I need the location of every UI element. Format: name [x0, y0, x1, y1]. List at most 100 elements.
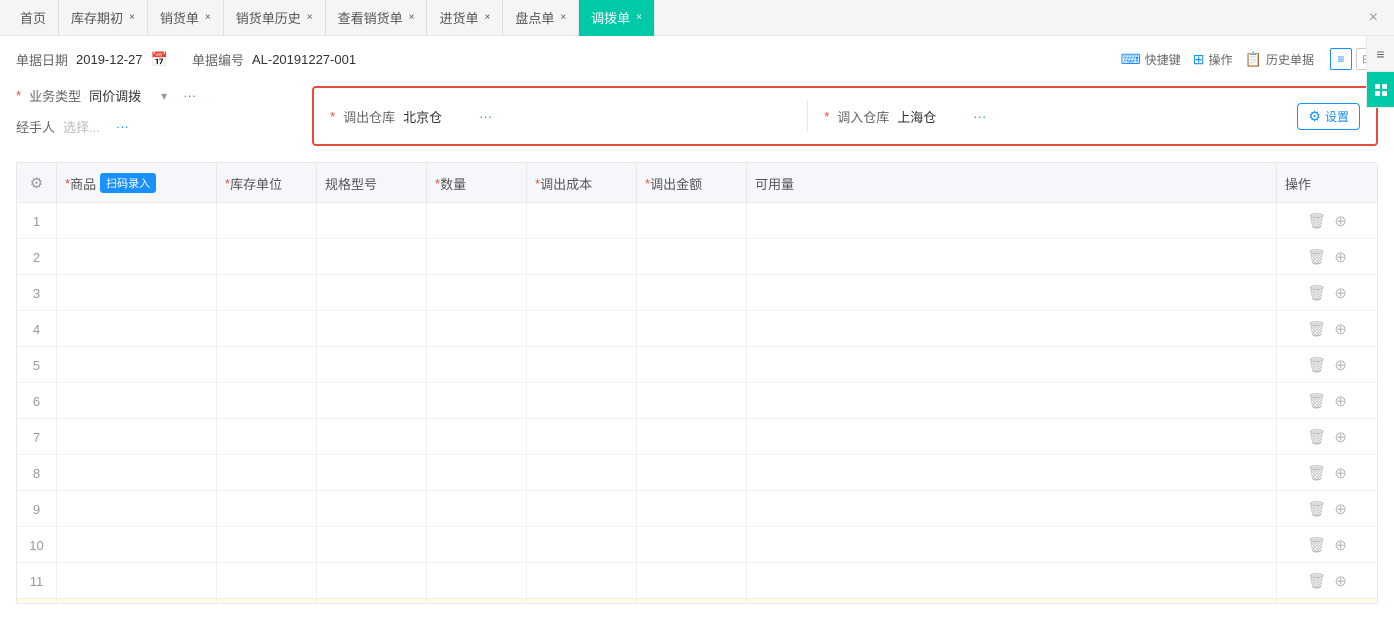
cell-goods-2[interactable]	[57, 239, 217, 275]
tab-home[interactable]: 首页	[8, 0, 59, 36]
tab-purchase-close[interactable]: ×	[484, 12, 490, 23]
copy-icon-2[interactable]: ⊕	[1334, 248, 1347, 266]
cell-available-11[interactable]	[747, 563, 1277, 599]
cell-qty-9[interactable]	[427, 491, 527, 527]
copy-icon-11[interactable]: ⊕	[1334, 572, 1347, 590]
cell-amount-10[interactable]	[637, 527, 747, 563]
cell-amount-4[interactable]	[637, 311, 747, 347]
delete-icon-10[interactable]: 🗑	[1307, 536, 1326, 554]
copy-icon-8[interactable]: ⊕	[1334, 464, 1347, 482]
tab-purchase[interactable]: 进货单 ×	[427, 0, 503, 36]
copy-icon-5[interactable]: ⊕	[1334, 356, 1347, 374]
tab-sales-order[interactable]: 销货单 ×	[148, 0, 224, 36]
tab-stocktake-close[interactable]: ×	[560, 12, 566, 23]
cell-available-2[interactable]	[747, 239, 1277, 275]
cell-qty-5[interactable]	[427, 347, 527, 383]
handler-more[interactable]: ···	[116, 119, 129, 134]
table-gear-cell[interactable]: ⚙	[17, 163, 57, 203]
cell-spec-5[interactable]	[317, 347, 427, 383]
cell-available-9[interactable]	[747, 491, 1277, 527]
cell-spec-2[interactable]	[317, 239, 427, 275]
cell-available-7[interactable]	[747, 419, 1277, 455]
cell-unit-1[interactable]	[217, 203, 317, 239]
cell-goods-4[interactable]	[57, 311, 217, 347]
cell-qty-7[interactable]	[427, 419, 527, 455]
cell-amount-7[interactable]	[637, 419, 747, 455]
cell-spec-3[interactable]	[317, 275, 427, 311]
cell-qty-11[interactable]	[427, 563, 527, 599]
cell-spec-6[interactable]	[317, 383, 427, 419]
cell-qty-10[interactable]	[427, 527, 527, 563]
copy-icon-3[interactable]: ⊕	[1334, 284, 1347, 302]
cell-goods-6[interactable]	[57, 383, 217, 419]
copy-icon-6[interactable]: ⊕	[1334, 392, 1347, 410]
copy-icon-1[interactable]: ⊕	[1334, 212, 1347, 230]
settings-btn[interactable]: ⚙ 设置	[1297, 103, 1360, 130]
cell-qty-1[interactable]	[427, 203, 527, 239]
cell-unit-2[interactable]	[217, 239, 317, 275]
tab-stocktake[interactable]: 盘点单 ×	[503, 0, 579, 36]
delete-icon-2[interactable]: 🗑	[1307, 248, 1326, 266]
delete-icon-3[interactable]: 🗑	[1307, 284, 1326, 302]
delete-icon-1[interactable]: 🗑	[1307, 212, 1326, 230]
cell-unit-7[interactable]	[217, 419, 317, 455]
cell-unit-6[interactable]	[217, 383, 317, 419]
tab-transfer-close[interactable]: ×	[636, 12, 642, 23]
tab-view-sales-close[interactable]: ×	[409, 12, 415, 23]
cell-goods-7[interactable]	[57, 419, 217, 455]
cell-goods-8[interactable]	[57, 455, 217, 491]
table-gear-icon[interactable]: ⚙	[30, 174, 43, 192]
cell-amount-6[interactable]	[637, 383, 747, 419]
cell-unit-5[interactable]	[217, 347, 317, 383]
cell-cost-8[interactable]	[527, 455, 637, 491]
cell-amount-11[interactable]	[637, 563, 747, 599]
cell-cost-2[interactable]	[527, 239, 637, 275]
cell-available-10[interactable]	[747, 527, 1277, 563]
cell-cost-9[interactable]	[527, 491, 637, 527]
cell-cost-7[interactable]	[527, 419, 637, 455]
cell-unit-11[interactable]	[217, 563, 317, 599]
cell-spec-8[interactable]	[317, 455, 427, 491]
delete-icon-4[interactable]: 🗑	[1307, 320, 1326, 338]
cell-available-6[interactable]	[747, 383, 1277, 419]
warehouse-out-more[interactable]: ···	[479, 109, 492, 124]
cell-goods-10[interactable]	[57, 527, 217, 563]
delete-icon-6[interactable]: 🗑	[1307, 392, 1326, 410]
cell-amount-9[interactable]	[637, 491, 747, 527]
cell-goods-5[interactable]	[57, 347, 217, 383]
warehouse-in-value[interactable]: 上海仓	[897, 107, 957, 126]
copy-icon-4[interactable]: ⊕	[1334, 320, 1347, 338]
cell-available-1[interactable]	[747, 203, 1277, 239]
copy-icon-10[interactable]: ⊕	[1334, 536, 1347, 554]
cell-qty-3[interactable]	[427, 275, 527, 311]
sidebar-list-icon[interactable]: ≡	[1367, 36, 1394, 72]
tab-sales-order-close[interactable]: ×	[205, 12, 211, 23]
cell-qty-6[interactable]	[427, 383, 527, 419]
cell-goods-3[interactable]	[57, 275, 217, 311]
cell-goods-1[interactable]	[57, 203, 217, 239]
close-all-tabs[interactable]: ×	[1361, 9, 1386, 27]
cell-amount-1[interactable]	[637, 203, 747, 239]
cell-unit-10[interactable]	[217, 527, 317, 563]
cell-cost-4[interactable]	[527, 311, 637, 347]
cell-amount-5[interactable]	[637, 347, 747, 383]
cell-unit-8[interactable]	[217, 455, 317, 491]
warehouse-out-value[interactable]: 北京仓	[403, 107, 463, 126]
cell-qty-8[interactable]	[427, 455, 527, 491]
cell-cost-6[interactable]	[527, 383, 637, 419]
copy-icon-9[interactable]: ⊕	[1334, 500, 1347, 518]
cell-spec-9[interactable]	[317, 491, 427, 527]
scan-btn[interactable]: 扫码录入	[100, 173, 156, 193]
cell-goods-11[interactable]	[57, 563, 217, 599]
operation-btn[interactable]: ⊞ 操作	[1193, 51, 1233, 68]
cell-spec-11[interactable]	[317, 563, 427, 599]
cell-amount-8[interactable]	[637, 455, 747, 491]
cell-qty-4[interactable]	[427, 311, 527, 347]
tab-inventory-init-close[interactable]: ×	[129, 12, 135, 23]
business-type-dropdown[interactable]: ▾	[161, 89, 167, 103]
cell-amount-2[interactable]	[637, 239, 747, 275]
warehouse-in-more[interactable]: ···	[973, 109, 986, 124]
cell-cost-3[interactable]	[527, 275, 637, 311]
calendar-icon[interactable]: 📅	[151, 51, 168, 68]
tab-transfer[interactable]: 调拨单 ×	[579, 0, 655, 36]
